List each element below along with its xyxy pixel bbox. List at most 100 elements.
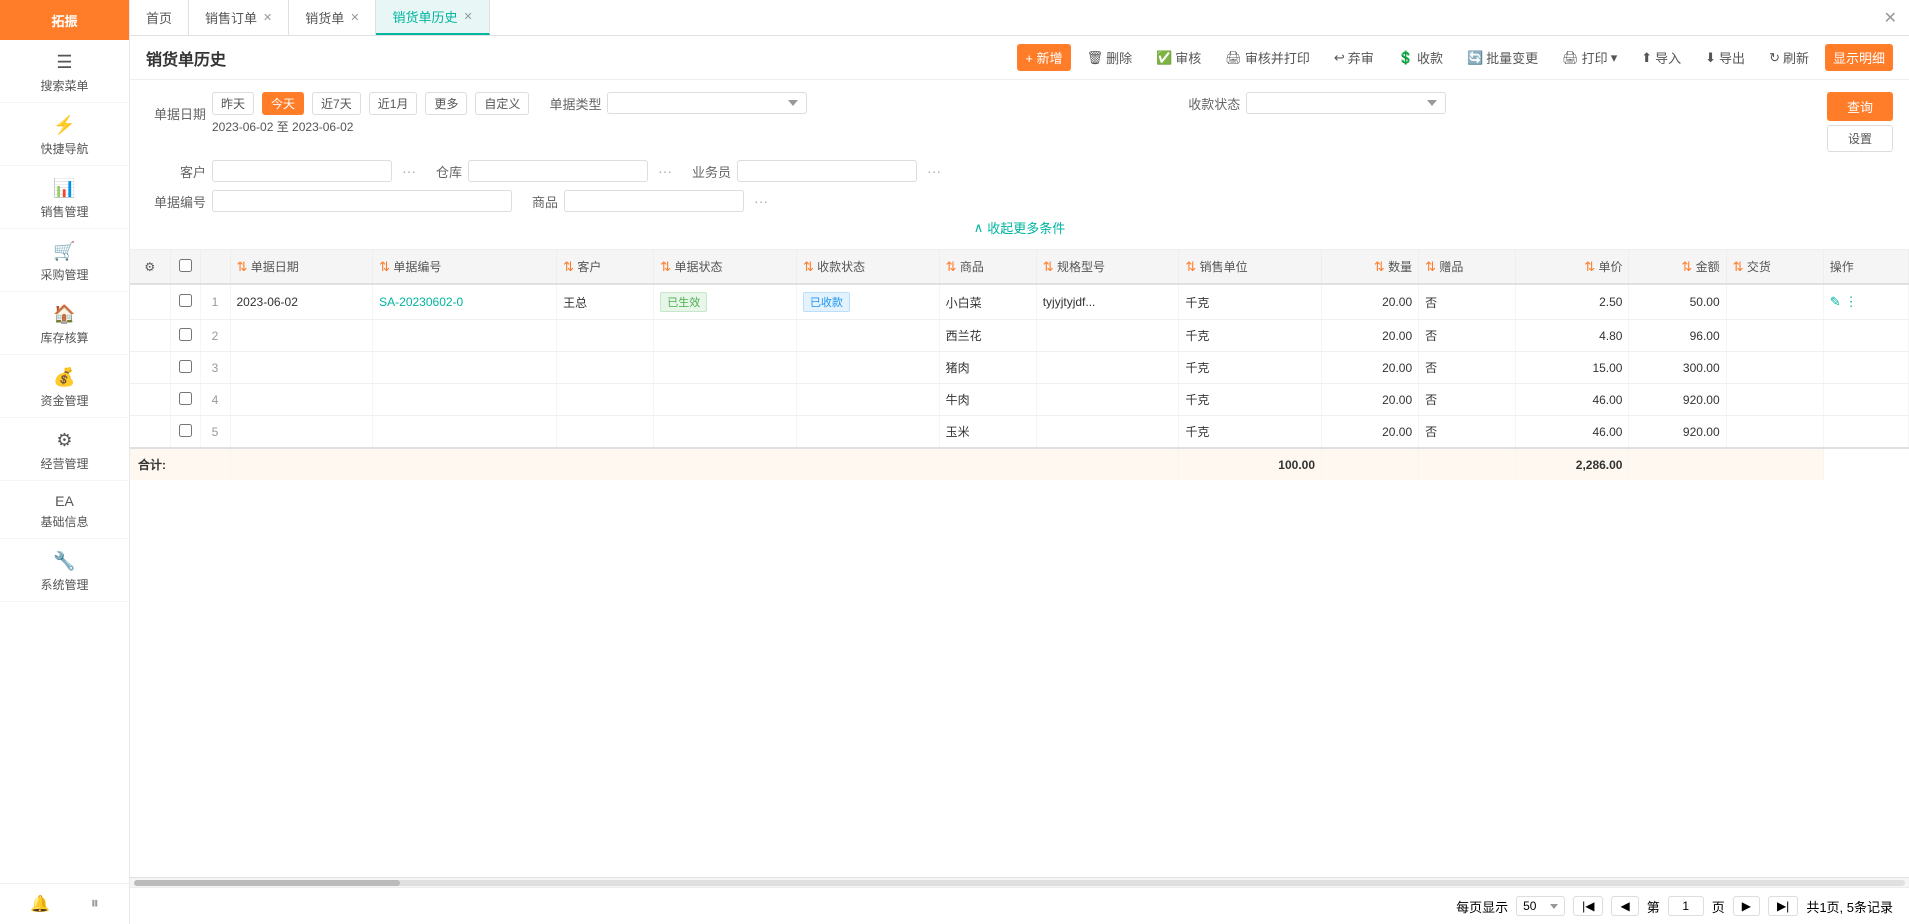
spec-col-header[interactable]: ⇅ 规格型号 (1036, 250, 1179, 284)
row-doc-number[interactable] (373, 320, 557, 352)
print-button[interactable]: 🖨 打印 ▾ (1554, 44, 1625, 71)
ops-icon: ⚙ (56, 430, 72, 451)
row-checkbox-cell[interactable] (170, 352, 200, 384)
row-checkbox[interactable] (179, 392, 192, 405)
import-button[interactable]: ⬆ 导入 (1633, 44, 1689, 71)
per-page-select[interactable]: 50 100 200 (1516, 896, 1565, 916)
unit-price-col-header[interactable]: ⇅ 单价 (1516, 250, 1629, 284)
amount-col-header[interactable]: ⇅ 金额 (1629, 250, 1726, 284)
sidebar-item-ops-mgmt[interactable]: ⚙ 经营管理 (0, 418, 129, 481)
customer-col-header[interactable]: ⇅ 客户 (557, 250, 654, 284)
sidebar-item-finance-mgmt[interactable]: 💰 资金管理 (0, 355, 129, 418)
date-btn-today[interactable]: 今天 (262, 92, 304, 115)
row-checkbox-cell[interactable] (170, 416, 200, 449)
doc-date-col-header[interactable]: ⇅ 单据日期 (230, 250, 373, 284)
tab-sales-delivery-history[interactable]: 销货单历史 ✕ (376, 0, 489, 35)
pause-icon[interactable]: ⏸ (91, 895, 99, 913)
row-unit-price: 4.80 (1516, 320, 1629, 352)
goods-col-header[interactable]: ⇅ 商品 (939, 250, 1036, 284)
new-button[interactable]: + 新增 (1017, 44, 1070, 71)
more-action-button[interactable]: ⋮ (1845, 294, 1858, 309)
abandon-button[interactable]: ↩ 弃审 (1326, 44, 1382, 71)
sidebar-item-search-menu[interactable]: ☰ 搜索菜单 (0, 40, 129, 103)
query-button[interactable]: 查询 (1827, 92, 1893, 121)
row-customer: 王总 (557, 284, 654, 320)
close-all-tabs-button[interactable]: ✕ (1872, 8, 1909, 28)
collapse-button[interactable]: ∧ 收起更多条件 (146, 218, 1893, 237)
salesperson-input[interactable] (737, 160, 917, 182)
tab-sales-order[interactable]: 销售订单 ✕ (189, 0, 289, 35)
row-checkbox-cell[interactable] (170, 320, 200, 352)
sidebar-item-purchase-mgmt[interactable]: 🛒 采购管理 (0, 229, 129, 292)
select-all-checkbox[interactable] (179, 259, 192, 272)
tab-home[interactable]: 首页 (130, 0, 189, 35)
sidebar-item-quick-nav[interactable]: ⚡ 快捷导航 (0, 103, 129, 166)
goods-input[interactable] (564, 190, 744, 212)
customer-dots[interactable]: ··· (402, 163, 416, 179)
date-btn-1month[interactable]: 近1月 (369, 92, 418, 115)
sidebar-item-inventory[interactable]: 🏠 库存核算 (0, 292, 129, 355)
tab-sales-delivery[interactable]: 销货单 ✕ (289, 0, 376, 35)
sidebar-item-basic-info[interactable]: EA 基础信息 (0, 481, 129, 539)
collect-button[interactable]: 💲 收款 (1390, 44, 1451, 71)
collect-status-col-header[interactable]: ⇅ 收款状态 (796, 250, 939, 284)
date-btn-7days[interactable]: 近7天 (312, 92, 361, 115)
delete-button[interactable]: 🗑 删除 (1079, 44, 1141, 71)
date-btn-custom[interactable]: 自定义 (475, 92, 529, 115)
row-doc-number[interactable] (373, 384, 557, 416)
row-checkbox[interactable] (179, 328, 192, 341)
date-btn-yesterday[interactable]: 昨天 (212, 92, 254, 115)
row-trade (1726, 416, 1823, 449)
refresh-button[interactable]: ↻ 刷新 (1761, 44, 1817, 71)
sort-icon: ⇅ (379, 259, 390, 274)
show-detail-button[interactable]: 显示明细 (1825, 44, 1893, 71)
collect-status-select[interactable] (1246, 92, 1446, 114)
row-doc-number[interactable] (373, 416, 557, 449)
row-checkbox[interactable] (179, 424, 192, 437)
edit-action-button[interactable]: ✎ (1830, 294, 1841, 309)
row-actions (1823, 384, 1908, 416)
prev-page-button[interactable]: ◀ (1611, 896, 1638, 916)
doc-status-col-header[interactable]: ⇅ 单据状态 (654, 250, 797, 284)
row-checkbox[interactable] (179, 360, 192, 373)
export-button[interactable]: ⬇ 导出 (1697, 44, 1753, 71)
qty-col-header[interactable]: ⇅ 数量 (1322, 250, 1419, 284)
trade-col-header[interactable]: ⇅ 交货 (1726, 250, 1823, 284)
horizontal-scrollbar[interactable] (130, 877, 1909, 887)
doc-number-col-header[interactable]: ⇅ 单据编号 (373, 250, 557, 284)
tab-sales-delivery-history-close[interactable]: ✕ (464, 10, 473, 23)
goods-dots[interactable]: ··· (754, 193, 768, 209)
customer-input[interactable] (212, 160, 392, 182)
audit-print-button[interactable]: 🖨 审核并打印 (1217, 44, 1318, 71)
date-btn-more[interactable]: 更多 (425, 92, 467, 115)
tab-sales-delivery-close[interactable]: ✕ (350, 11, 359, 24)
next-page-button[interactable]: ▶ (1733, 896, 1760, 916)
scrollbar-thumb[interactable] (134, 880, 400, 886)
setting-button[interactable]: 设置 (1827, 125, 1893, 152)
audit-button[interactable]: ✅ 审核 (1148, 44, 1209, 71)
row-doc-number[interactable] (373, 352, 557, 384)
warehouse-input[interactable] (468, 160, 648, 182)
warehouse-dots[interactable]: ··· (658, 163, 672, 179)
doc-type-select[interactable] (607, 92, 807, 114)
doc-number-input[interactable] (212, 190, 512, 212)
checkbox-col-header[interactable] (170, 250, 200, 284)
row-checkbox-cell[interactable] (170, 284, 200, 320)
warehouse-label: 仓库 (436, 162, 462, 181)
row-checkbox-cell[interactable] (170, 384, 200, 416)
notification-icon[interactable]: 🔔 (30, 894, 50, 914)
sidebar-item-sys-mgmt[interactable]: 🔧 系统管理 (0, 539, 129, 602)
gift-col-header[interactable]: ⇅ 赠品 (1419, 250, 1516, 284)
salesperson-dots[interactable]: ··· (927, 163, 941, 179)
row-checkbox[interactable] (179, 294, 192, 307)
tab-sales-order-close[interactable]: ✕ (263, 11, 272, 24)
settings-col-header[interactable]: ⚙ (130, 250, 170, 284)
scrollbar-track[interactable] (134, 880, 1905, 886)
sidebar-item-sales-mgmt[interactable]: 📊 销售管理 (0, 166, 129, 229)
row-doc-number[interactable]: SA-20230602-0 (373, 284, 557, 320)
unit-col-header[interactable]: ⇅ 销售单位 (1179, 250, 1322, 284)
page-number-input[interactable] (1668, 896, 1704, 916)
batch-change-button[interactable]: 🔄 批量变更 (1459, 44, 1546, 71)
first-page-button[interactable]: |◀ (1573, 896, 1603, 916)
last-page-button[interactable]: ▶| (1768, 896, 1798, 916)
